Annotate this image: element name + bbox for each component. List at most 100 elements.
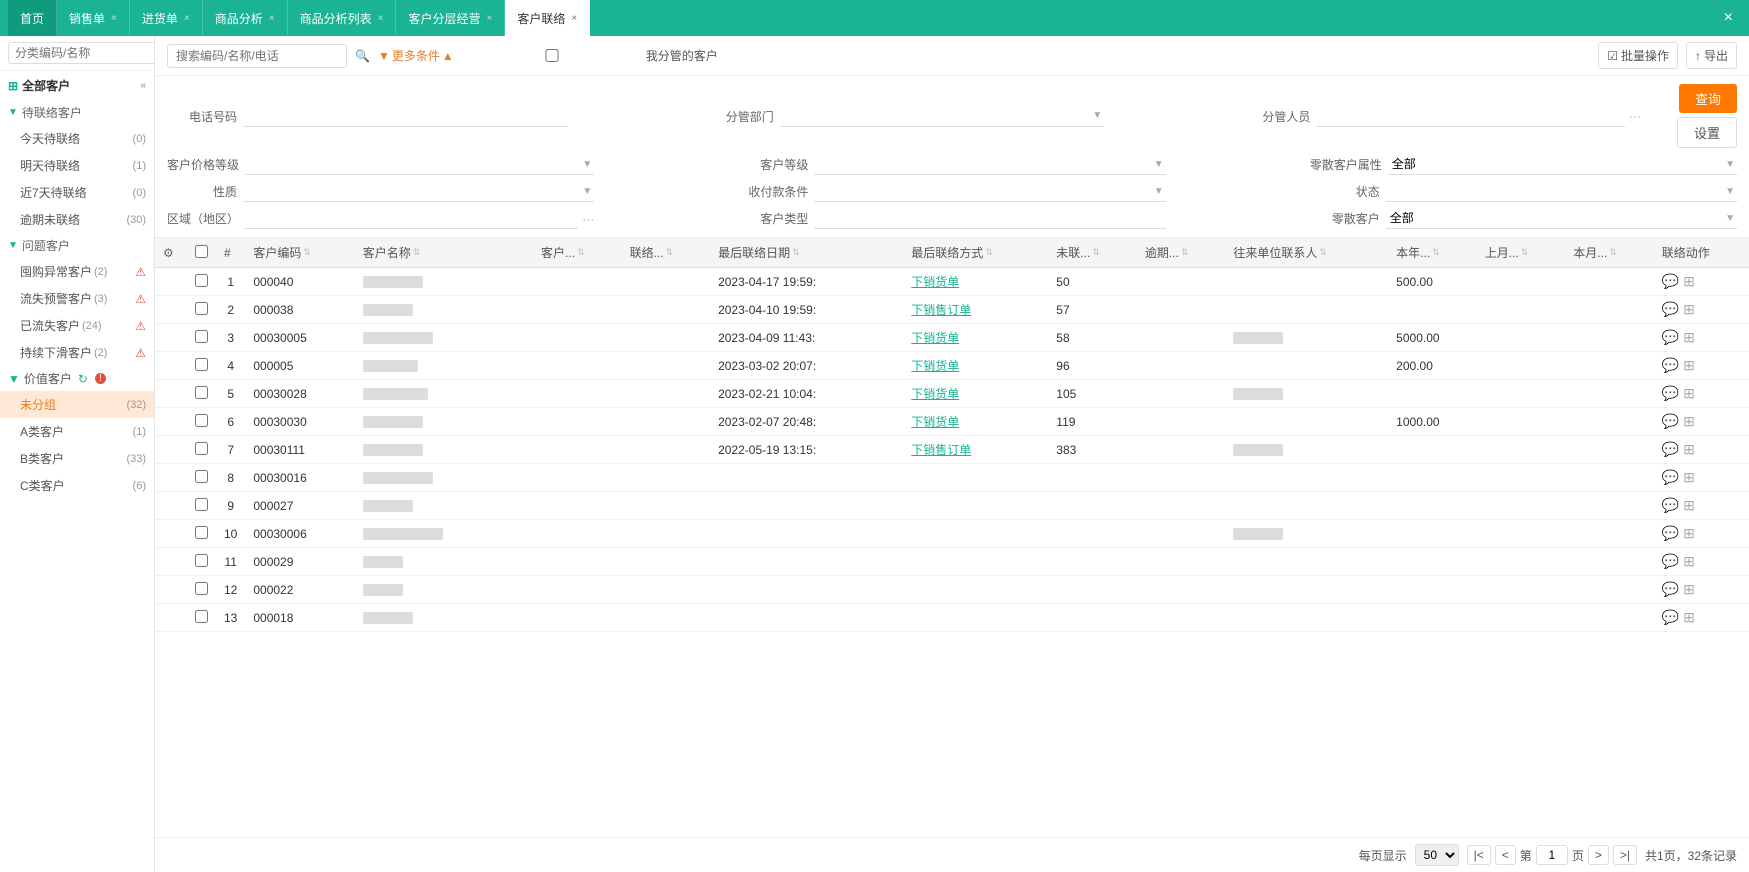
th-this-month[interactable]: 本月...⇅ — [1565, 238, 1654, 268]
row-last-way[interactable] — [903, 548, 1048, 576]
row-select-checkbox[interactable] — [195, 302, 208, 315]
more-conditions-button[interactable]: ▼ 更多条件 ▲ — [378, 47, 454, 64]
more-action-icon[interactable]: ⊞ — [1683, 497, 1695, 514]
message-icon[interactable]: 💬 — [1662, 413, 1679, 430]
row-select-checkbox[interactable] — [195, 414, 208, 427]
my-customers-checkbox-container[interactable]: 我分管的客户 — [462, 47, 718, 64]
more-action-icon[interactable]: ⊞ — [1683, 357, 1695, 374]
tab-close-icon[interactable]: × — [378, 13, 384, 24]
category-search-input[interactable] — [8, 42, 155, 64]
row-last-way[interactable]: 下销货单 — [903, 380, 1048, 408]
th-last-month[interactable]: 上月...⇅ — [1477, 238, 1566, 268]
pending-group-header[interactable]: ▼ 待联络客户 — [0, 100, 154, 125]
property-select[interactable] — [243, 181, 594, 201]
nav-tab-customer-contact[interactable]: 客户联络 × — [505, 0, 590, 36]
more-action-icon[interactable]: ⊞ — [1683, 581, 1695, 598]
staff-more-icon[interactable]: ··· — [1629, 109, 1641, 123]
row-select-checkbox[interactable] — [195, 330, 208, 343]
row-checkbox[interactable] — [187, 268, 216, 296]
row-last-way[interactable] — [903, 520, 1048, 548]
row-select-checkbox[interactable] — [195, 526, 208, 539]
payment-select[interactable] — [814, 181, 1165, 201]
all-customers-header[interactable]: ⊞ 全部客户 « — [0, 71, 154, 100]
sidebar-item-ungrouped[interactable]: 未分组 (32) — [0, 391, 154, 418]
nav-home[interactable]: 首页 — [8, 0, 57, 36]
row-checkbox[interactable] — [187, 492, 216, 520]
row-select-checkbox[interactable] — [195, 442, 208, 455]
row-last-way[interactable]: 下销货单 — [903, 324, 1048, 352]
tab-close-icon[interactable]: × — [111, 13, 117, 24]
select-all-checkbox[interactable] — [195, 245, 208, 258]
settings-button[interactable]: 设置 — [1677, 117, 1737, 148]
sidebar-item-declining[interactable]: 持续下滑客户(2) ⚠ — [0, 339, 154, 366]
tab-close-icon[interactable]: × — [486, 13, 492, 24]
first-page-button[interactable]: |< — [1467, 845, 1491, 865]
row-last-way[interactable] — [903, 604, 1048, 632]
more-action-icon[interactable]: ⊞ — [1683, 329, 1695, 346]
row-checkbox[interactable] — [187, 520, 216, 548]
row-last-way[interactable]: 下销货单 — [903, 352, 1048, 380]
th-col5[interactable]: 客户...⇅ — [533, 238, 622, 268]
filter-search-icon[interactable]: 🔍 — [355, 49, 370, 63]
my-customers-checkbox[interactable] — [462, 49, 642, 62]
th-unlink[interactable]: 未联...⇅ — [1048, 238, 1137, 268]
row-last-way[interactable]: 下销货单 — [903, 268, 1048, 296]
tab-close-icon[interactable]: × — [184, 13, 190, 24]
retail-customer-select[interactable]: 全部 — [1386, 208, 1737, 228]
row-select-checkbox[interactable] — [195, 498, 208, 511]
more-action-icon[interactable]: ⊞ — [1683, 553, 1695, 570]
nav-tab-customer-segment[interactable]: 客户分层经营 × — [396, 0, 505, 36]
row-last-way[interactable] — [903, 576, 1048, 604]
tab-close-icon[interactable]: × — [269, 13, 275, 24]
row-last-way[interactable] — [903, 492, 1048, 520]
sidebar-item-class-a[interactable]: A类客户 (1) — [0, 418, 154, 445]
sidebar-item-lost[interactable]: 已流失客户(24) ⚠ — [0, 312, 154, 339]
sidebar-item-today-pending[interactable]: 今天待联络 (0) — [0, 125, 154, 152]
row-checkbox[interactable] — [187, 352, 216, 380]
message-icon[interactable]: 💬 — [1662, 357, 1679, 374]
row-checkbox[interactable] — [187, 380, 216, 408]
row-checkbox[interactable] — [187, 324, 216, 352]
more-action-icon[interactable]: ⊞ — [1683, 385, 1695, 402]
message-icon[interactable]: 💬 — [1662, 497, 1679, 514]
sidebar-item-class-c[interactable]: C类客户 (6) — [0, 472, 154, 499]
more-action-icon[interactable]: ⊞ — [1683, 525, 1695, 542]
customer-grade-select[interactable] — [814, 154, 1165, 174]
th-last-date[interactable]: 最后联络日期⇅ — [710, 238, 903, 268]
sidebar-item-abnormal[interactable]: 囤购异常客户(2) ⚠ — [0, 258, 154, 285]
message-icon[interactable]: 💬 — [1662, 553, 1679, 570]
more-action-icon[interactable]: ⊞ — [1683, 301, 1695, 318]
message-icon[interactable]: 💬 — [1662, 609, 1679, 626]
th-name[interactable]: 客户名称⇅ — [355, 238, 533, 268]
next-page-button[interactable]: > — [1588, 845, 1609, 865]
th-gear[interactable]: ⚙ — [155, 238, 187, 268]
nav-tab-analysis[interactable]: 商品分析 × — [203, 0, 288, 36]
sidebar-item-tomorrow-pending[interactable]: 明天待联络 (1) — [0, 152, 154, 179]
message-icon[interactable]: 💬 — [1662, 441, 1679, 458]
row-checkbox[interactable] — [187, 604, 216, 632]
row-checkbox[interactable] — [187, 296, 216, 324]
customer-type-input[interactable] — [814, 208, 1165, 229]
message-icon[interactable]: 💬 — [1662, 273, 1679, 290]
row-select-checkbox[interactable] — [195, 554, 208, 567]
row-select-checkbox[interactable] — [195, 582, 208, 595]
row-select-checkbox[interactable] — [195, 358, 208, 371]
bulk-op-button[interactable]: ☑ 批量操作 — [1598, 42, 1678, 69]
phone-input[interactable] — [243, 106, 568, 127]
value-group-header[interactable]: ▼ 价值客户 ↻ ! — [0, 366, 154, 391]
more-action-icon[interactable]: ⊞ — [1683, 609, 1695, 626]
message-icon[interactable]: 💬 — [1662, 469, 1679, 486]
row-checkbox[interactable] — [187, 408, 216, 436]
problem-group-header[interactable]: ▼ 问题客户 — [0, 233, 154, 258]
region-input[interactable] — [245, 208, 578, 229]
more-action-icon[interactable]: ⊞ — [1683, 441, 1695, 458]
message-icon[interactable]: 💬 — [1662, 301, 1679, 318]
sidebar-item-7day-pending[interactable]: 近7天待联络 (0) — [0, 179, 154, 206]
message-icon[interactable]: 💬 — [1662, 385, 1679, 402]
message-icon[interactable]: 💬 — [1662, 525, 1679, 542]
price-grade-select[interactable] — [245, 154, 594, 174]
status-select[interactable] — [1386, 181, 1737, 201]
row-checkbox[interactable] — [187, 464, 216, 492]
nav-tab-analysis-list[interactable]: 商品分析列表 × — [288, 0, 397, 36]
row-select-checkbox[interactable] — [195, 386, 208, 399]
